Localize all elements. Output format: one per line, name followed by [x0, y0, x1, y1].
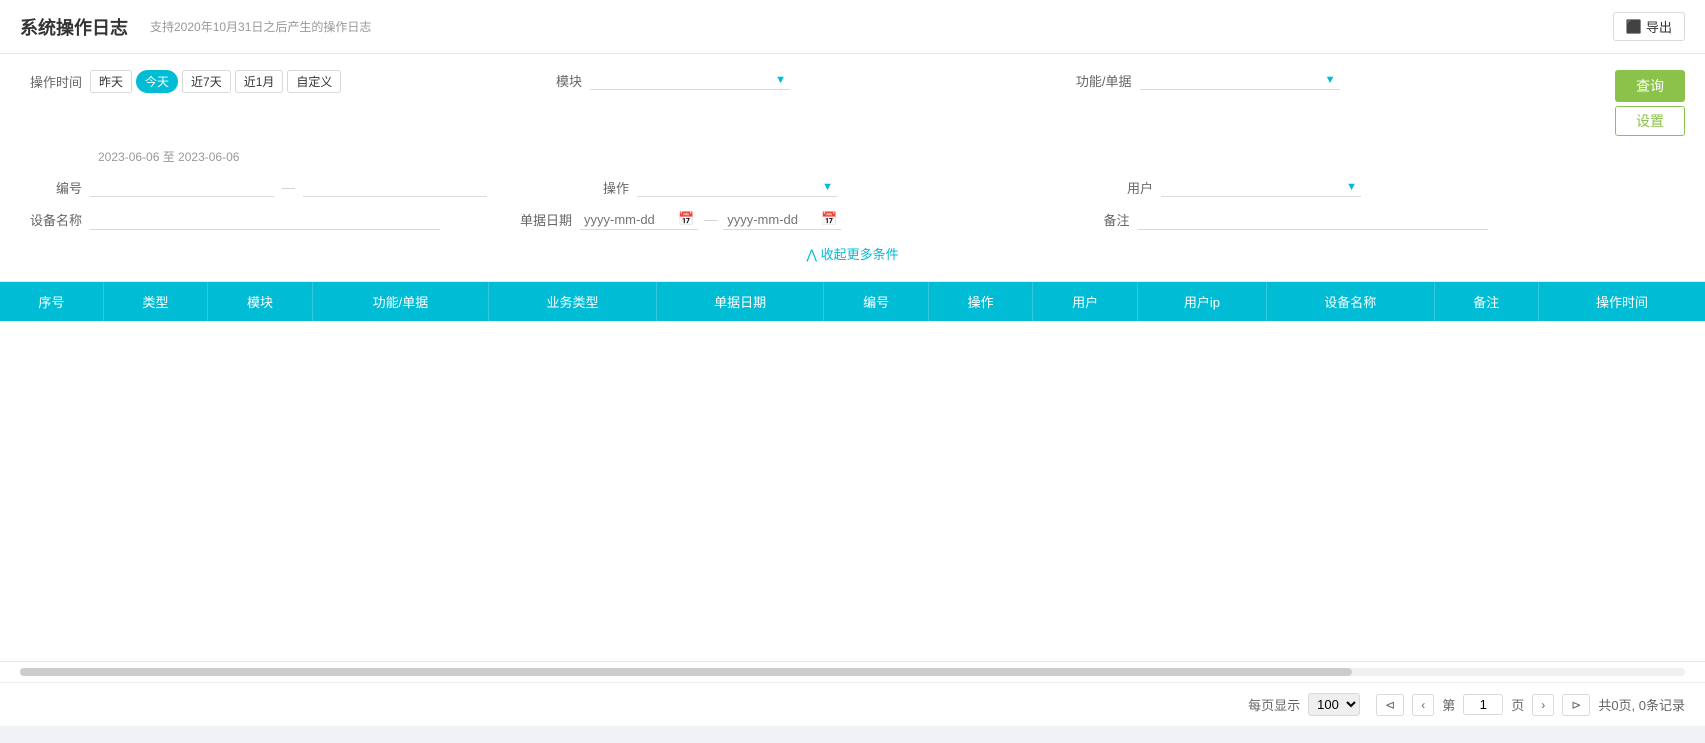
op-label: 操作: [567, 178, 637, 197]
func-select[interactable]: [1140, 70, 1340, 90]
settings-button[interactable]: 设置: [1615, 106, 1685, 136]
col-no: 序号: [0, 282, 103, 321]
collapse-bar[interactable]: ⋀ 收起更多条件: [20, 238, 1685, 273]
user-select-wrapper: ▼: [1161, 177, 1361, 197]
op-select[interactable]: [637, 177, 837, 197]
no-input-to[interactable]: [303, 177, 487, 197]
module-select[interactable]: [590, 70, 790, 90]
col-func: 功能/单据: [312, 282, 488, 321]
page-label: 第: [1442, 695, 1455, 714]
page-unit: 页: [1511, 695, 1524, 714]
device-label: 设备名称: [20, 210, 90, 229]
col-module: 模块: [208, 282, 312, 321]
collapse-icon: ⋀: [806, 247, 817, 262]
table-container: 序号 类型 模块 功能/单据 业务类型 单据日期 编号 操作 用户 用户ip 设…: [0, 282, 1705, 321]
col-op-time: 操作时间: [1539, 282, 1705, 321]
last1m-btn[interactable]: 近1月: [235, 70, 284, 93]
user-label: 用户: [1091, 178, 1161, 197]
data-table: 序号 类型 模块 功能/单据 业务类型 单据日期 编号 操作 用户 用户ip 设…: [0, 282, 1705, 321]
last7-btn[interactable]: 近7天: [182, 70, 231, 93]
module-label: 模块: [520, 71, 590, 90]
col-doc-date: 单据日期: [656, 282, 824, 321]
empty-area: [0, 321, 1705, 661]
no-dash: —: [282, 180, 295, 195]
date-dash: —: [704, 212, 717, 227]
first-page-button[interactable]: ⊲: [1376, 694, 1404, 716]
scrollbar-thumb[interactable]: [20, 668, 1352, 676]
col-remark: 备注: [1434, 282, 1538, 321]
last-page-button[interactable]: ⊳: [1562, 694, 1590, 716]
func-select-wrapper: ▼: [1140, 70, 1340, 90]
device-input[interactable]: [90, 210, 440, 230]
today-btn[interactable]: 今天: [136, 70, 178, 93]
no-label: 编号: [20, 178, 90, 197]
no-input-from[interactable]: [90, 177, 274, 197]
op-select-wrapper: ▼: [637, 177, 837, 197]
user-select[interactable]: [1161, 177, 1361, 197]
col-device: 设备名称: [1266, 282, 1434, 321]
date-range-text: 2023-06-06 至 2023-06-06: [98, 150, 239, 164]
page-subtitle: 支持2020年10月31日之后产生的操作日志: [150, 18, 371, 35]
col-op: 操作: [928, 282, 1032, 321]
total-info: 共0页, 0条记录: [1598, 695, 1685, 714]
pagination-bar: 每页显示 100 50 200 ⊲ ‹ 第 1 页 › ⊳ 共0页, 0条记录: [0, 682, 1705, 726]
doc-date-to-wrapper: 📅: [723, 209, 841, 230]
page-header: 系统操作日志 支持2020年10月31日之后产生的操作日志 ⬛ 导出: [0, 0, 1705, 54]
time-filter-buttons: 昨天 今天 近7天 近1月 自定义: [90, 70, 341, 93]
export-icon: ⬛: [1626, 19, 1642, 35]
func-label: 功能/单据: [1070, 71, 1140, 90]
export-label: 导出: [1646, 17, 1672, 36]
next-page-button[interactable]: ›: [1532, 694, 1554, 716]
col-code: 编号: [824, 282, 928, 321]
calendar-icon-to[interactable]: 📅: [821, 211, 837, 227]
page-size-select[interactable]: 100 50 200: [1308, 693, 1360, 716]
filter-area: 操作时间 昨天 今天 近7天 近1月 自定义 模块 ▼: [0, 54, 1705, 282]
remark-label: 备注: [1068, 210, 1138, 229]
col-user-ip: 用户ip: [1137, 282, 1266, 321]
per-page-label: 每页显示: [1248, 695, 1300, 714]
page-title: 系统操作日志: [20, 14, 128, 40]
doc-date-label: 单据日期: [520, 210, 580, 229]
calendar-icon-from[interactable]: 📅: [678, 211, 694, 227]
prev-page-button[interactable]: ‹: [1412, 694, 1434, 716]
collapse-label: 收起更多条件: [821, 247, 899, 262]
horizontal-scrollbar[interactable]: [20, 668, 1685, 676]
col-biz-type: 业务类型: [489, 282, 657, 321]
custom-btn[interactable]: 自定义: [287, 70, 341, 93]
doc-date-from-wrapper: 📅: [580, 209, 698, 230]
export-button[interactable]: ⬛ 导出: [1613, 12, 1685, 41]
doc-date-to-input[interactable]: [727, 212, 817, 227]
remark-input[interactable]: [1138, 210, 1488, 230]
module-select-wrapper: ▼: [590, 70, 790, 90]
page-number-input[interactable]: 1: [1463, 694, 1503, 715]
yesterday-btn[interactable]: 昨天: [90, 70, 132, 93]
scrollbar-area: [0, 661, 1705, 682]
col-user: 用户: [1033, 282, 1137, 321]
op-time-label: 操作时间: [20, 72, 90, 91]
table-header-row: 序号 类型 模块 功能/单据 业务类型 单据日期 编号 操作 用户 用户ip 设…: [0, 282, 1705, 321]
col-type: 类型: [103, 282, 207, 321]
doc-date-from-input[interactable]: [584, 212, 674, 227]
query-button[interactable]: 查询: [1615, 70, 1685, 102]
